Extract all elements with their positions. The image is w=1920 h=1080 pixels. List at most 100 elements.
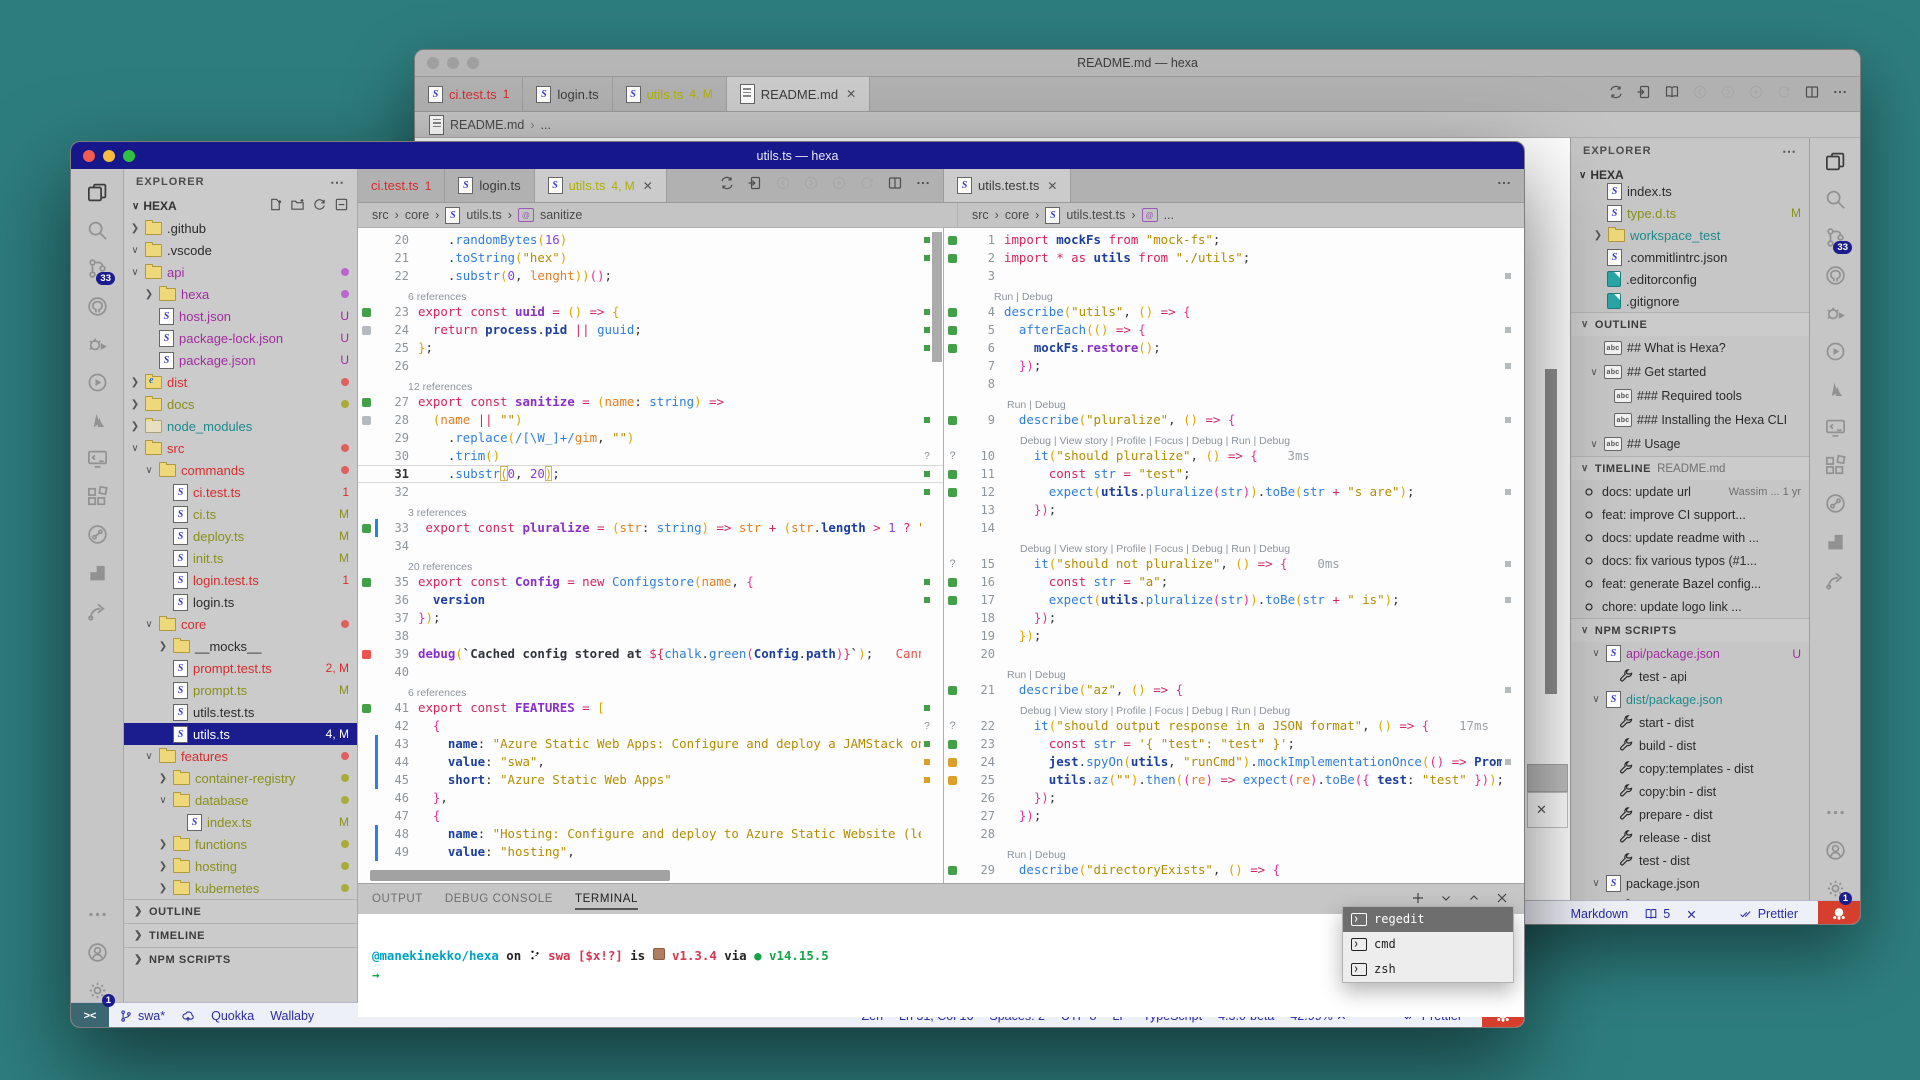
codelens[interactable]: Run | Debug: [944, 393, 1524, 411]
horizontal-scrollbar[interactable]: [370, 870, 670, 881]
outline-item[interactable]: abc### Installing the Hexa CLI: [1571, 408, 1809, 432]
back-window-controls[interactable]: [427, 50, 479, 76]
status-wallaby[interactable]: Wallaby: [270, 1009, 314, 1023]
tree-item-utils-ts[interactable]: Sutils.ts4, M: [124, 723, 357, 745]
npm-script-package-json[interactable]: ∨Spackage.json: [1571, 872, 1809, 895]
terminal-body[interactable]: @manekinekko/hexa on swa [$x!?] is v1.3.…: [358, 914, 1524, 1017]
status-prettier[interactable]: Prettier: [1739, 907, 1798, 921]
codelens[interactable]: Run | Debug: [944, 663, 1524, 681]
npm-script-test-api[interactable]: test - api: [1571, 665, 1809, 688]
activity-search[interactable]: [71, 219, 123, 242]
tab-ci-test-ts[interactable]: Sci.test.ts1: [415, 77, 523, 111]
split-action[interactable]: [887, 175, 903, 196]
tab-utils-test-ts[interactable]: Sutils.test.ts✕: [944, 169, 1071, 202]
tree-item-prompt-ts[interactable]: Sprompt.tsM: [124, 679, 357, 701]
outline-item[interactable]: ∨abc## Get started: [1571, 360, 1809, 384]
tree-item-hosting[interactable]: ❯hosting: [124, 855, 357, 877]
activity-github[interactable]: [1810, 264, 1860, 287]
timeline-item[interactable]: feat: generate Bazel config...: [1571, 572, 1809, 595]
crumb[interactable]: core: [1005, 208, 1029, 222]
npm-script-api-package-json[interactable]: ∨Sapi/package.jsonU: [1571, 642, 1809, 665]
tree-item-utils-test-ts[interactable]: Sutils.test.ts: [124, 701, 357, 723]
close-tab-icon[interactable]: ✕: [1047, 179, 1057, 193]
tree-item-init-ts[interactable]: Sinit.tsM: [124, 547, 357, 569]
tab-ci-test-ts[interactable]: ci.test.ts1: [358, 169, 445, 202]
tree-item-index-ts[interactable]: Sindex.ts: [1571, 180, 1809, 202]
codelens[interactable]: Debug | View story | Profile | Focus | D…: [944, 699, 1524, 717]
tree-item--editorconfig[interactable]: .editorconfig: [1571, 268, 1809, 290]
npm-script-release-dist[interactable]: release - dist: [1571, 826, 1809, 849]
activity-azure[interactable]: [71, 409, 123, 432]
sync-action[interactable]: [1608, 84, 1624, 105]
vertical-scrollbar[interactable]: [932, 232, 942, 362]
activity-extensions[interactable]: [1810, 454, 1860, 477]
tab-utils-ts[interactable]: Sutils.ts4, M✕: [535, 169, 667, 202]
crumb-symbol[interactable]: ...: [1164, 208, 1174, 222]
status-markdown[interactable]: Markdown: [1571, 907, 1629, 921]
tree-item-ci-ts[interactable]: Sci.tsM: [124, 503, 357, 525]
timeline-item[interactable]: docs: update urlWassim ... 1 yr: [1571, 480, 1809, 503]
front-window-controls[interactable]: [83, 142, 135, 169]
ellipsis-action[interactable]: [1832, 84, 1848, 105]
section-timeline[interactable]: ❯TIMELINE: [124, 923, 357, 947]
tree-item-dist[interactable]: ❯dist: [124, 371, 357, 393]
more-actions-icon[interactable]: ⋯: [330, 174, 345, 191]
preview-action[interactable]: [1664, 84, 1680, 105]
maximize-button[interactable]: [467, 57, 479, 69]
timeline-item[interactable]: docs: fix various typos (#1...: [1571, 549, 1809, 572]
tree-item-deploy-ts[interactable]: Sdeploy.tsM: [124, 525, 357, 547]
panel-tab-terminal[interactable]: TERMINAL: [575, 893, 638, 910]
activity-extensions[interactable]: [71, 485, 123, 508]
tree-item-commands[interactable]: ∨commands: [124, 459, 357, 481]
activity-ellipsis[interactable]: [1810, 801, 1860, 824]
status--[interactable]: ✕: [1686, 907, 1696, 922]
tree-item--mocks-[interactable]: ❯__mocks__: [124, 635, 357, 657]
tree-item-container-registry[interactable]: ❯container-registry: [124, 767, 357, 789]
close-button[interactable]: [427, 57, 439, 69]
tree-item-package-lock-json[interactable]: Spackage-lock.jsonU: [124, 327, 357, 349]
activity-share[interactable]: [1810, 568, 1860, 591]
split-action[interactable]: [1804, 84, 1820, 105]
tree-item--vscode[interactable]: ∨.vscode: [124, 239, 357, 261]
codelens[interactable]: Debug | View story | Profile | Focus | D…: [944, 537, 1524, 555]
activity-files[interactable]: [71, 181, 123, 204]
activity-azure[interactable]: [1810, 378, 1860, 401]
activity-gear[interactable]: 1: [71, 979, 123, 1002]
outline-item[interactable]: abc### Required tools: [1571, 384, 1809, 408]
tree-item-features[interactable]: ∨features: [124, 745, 357, 767]
activity-block[interactable]: [71, 561, 123, 584]
terminal-profile-regedit[interactable]: ❯regedit: [1343, 907, 1513, 932]
gofile-action[interactable]: [1636, 84, 1652, 105]
codelens[interactable]: Run | Debug: [944, 843, 1524, 861]
tree-item--commitlintrc-json[interactable]: S.commitlintrc.json: [1571, 246, 1809, 268]
section-outline[interactable]: ❯OUTLINE: [124, 899, 357, 923]
section-timeline[interactable]: ∨TIMELINEREADME.md: [1571, 456, 1809, 480]
crumb-file[interactable]: utils.test.ts: [1066, 208, 1125, 222]
tree-item-ci-test-ts[interactable]: Sci.test.ts1: [124, 481, 357, 503]
tree-item-docs[interactable]: ❯docs: [124, 393, 357, 415]
activity-debug[interactable]: [71, 333, 123, 356]
timeline-item[interactable]: docs: update readme with ...: [1571, 526, 1809, 549]
crumb-symbol[interactable]: sanitize: [540, 208, 582, 222]
tree-item-src[interactable]: ∨src: [124, 437, 357, 459]
activity-scm[interactable]: 33: [1810, 226, 1860, 249]
activity-block[interactable]: [1810, 530, 1860, 553]
navback-action[interactable]: [1692, 84, 1708, 105]
tree-item-login-ts[interactable]: Slogin.ts: [124, 591, 357, 613]
codelens[interactable]: 3 references: [358, 501, 943, 519]
front-titlebar[interactable]: utils.ts — hexa: [71, 142, 1524, 169]
tree-item-kubernetes[interactable]: ❯kubernetes: [124, 877, 357, 899]
crumb[interactable]: ...: [541, 118, 551, 132]
more-actions-icon[interactable]: ⋯: [1782, 143, 1797, 160]
sync-action[interactable]: [719, 175, 735, 196]
minimize-button[interactable]: [447, 57, 459, 69]
navback-action[interactable]: [775, 175, 791, 196]
toast-close-icon[interactable]: ✕: [1536, 802, 1547, 818]
workspace-row[interactable]: ∨ HEXA: [124, 195, 357, 217]
status-quokka[interactable]: Quokka: [211, 1009, 254, 1023]
remote-indicator[interactable]: ><: [71, 1003, 109, 1028]
ellipsis-action[interactable]: [1496, 175, 1512, 196]
crumb[interactable]: core: [405, 208, 429, 222]
status-5[interactable]: 5: [1644, 907, 1670, 921]
activity-github[interactable]: [71, 295, 123, 318]
